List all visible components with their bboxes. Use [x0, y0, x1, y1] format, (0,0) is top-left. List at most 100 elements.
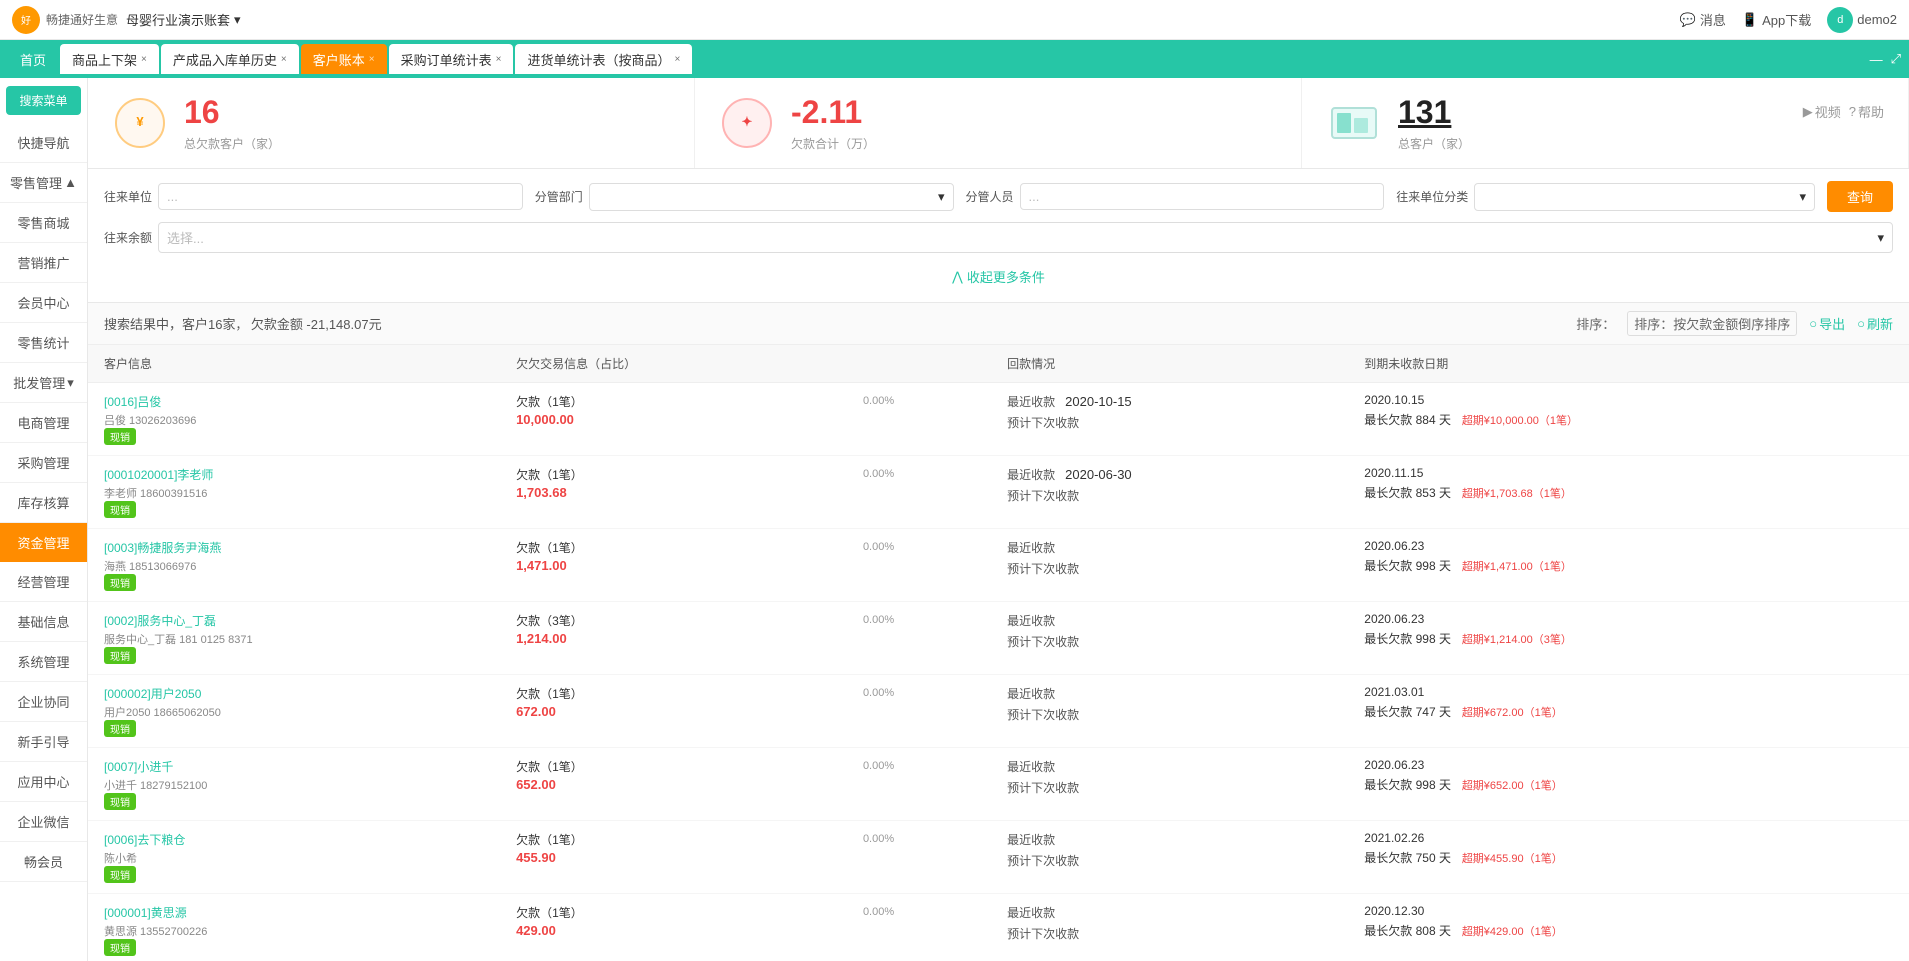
col-due-date: 到期未收款日期	[1348, 345, 1909, 383]
sidebar-item-guide[interactable]: 新手引导	[0, 722, 87, 762]
customer-info-cell: [0016]吕俊 吕俊 13026203696 现销	[88, 383, 500, 456]
sidebar-item-operations[interactable]: 经营管理	[0, 562, 87, 602]
overdue-link[interactable]: 超期¥10,000.00（1笔）	[1462, 415, 1578, 427]
tab-products-offline[interactable]: 商品上下架 ×	[60, 44, 159, 74]
filter-dept-label: 分管部门	[535, 188, 583, 205]
help-btn[interactable]: ? 帮助	[1849, 102, 1884, 121]
tab-purchase-stats[interactable]: 进货单统计表（按商品） ×	[515, 44, 692, 74]
user-menu[interactable]: d demo2	[1827, 7, 1897, 33]
customer-name[interactable]: [0003]畅捷服务尹海燕	[104, 539, 484, 556]
overdue-link[interactable]: 超期¥1,471.00（1笔）	[1462, 561, 1572, 573]
debt-amount[interactable]: 1,703.68	[516, 485, 831, 500]
overdue-link[interactable]: 超期¥455.90（1笔）	[1462, 853, 1563, 865]
table-row: [0016]吕俊 吕俊 13026203696 现销 欠款（1笔） 10,000…	[88, 383, 1909, 456]
sidebar-item-basic-info[interactable]: 基础信息	[0, 602, 87, 642]
sidebar-item-marketing[interactable]: 营销推广	[0, 243, 87, 283]
filter-manager-input[interactable]: ...	[1020, 183, 1385, 210]
tab-purchase-order[interactable]: 采购订单统计表 ×	[389, 44, 514, 74]
tab-close-icon[interactable]: ×	[141, 54, 147, 65]
payment-status-cell: 最近收款 预计下次收款	[991, 821, 1348, 894]
sidebar-item-batch-mgmt[interactable]: 批发管理 ▾	[0, 363, 87, 403]
debt-amount[interactable]: 1,471.00	[516, 558, 831, 573]
due-date: 2020.11.15	[1364, 466, 1893, 480]
tab-customer-account[interactable]: 客户账本 ×	[301, 44, 387, 74]
tab-close-icon[interactable]: ×	[496, 54, 502, 65]
debt-count: 欠款（1笔）	[516, 466, 831, 483]
customer-name[interactable]: [0001020001]李老师	[104, 466, 484, 483]
sidebar-item-retail-stats[interactable]: 零售统计	[0, 323, 87, 363]
tab-customer-account-label: 客户账本	[313, 50, 365, 69]
customer-name[interactable]: [000002]用户2050	[104, 685, 484, 702]
tab-minimize-icon[interactable]: —	[1870, 52, 1883, 67]
stat-help: ▶ 视频 ? 帮助	[1803, 94, 1884, 121]
debt-amount[interactable]: 10,000.00	[516, 412, 831, 427]
sort-select[interactable]: 排序：按欠款金额倒序排序	[1627, 311, 1797, 336]
overdue-link[interactable]: 超期¥652.00（1笔）	[1462, 780, 1563, 792]
tab-purchase-order-label: 采购订单统计表	[401, 50, 492, 69]
debt-amount[interactable]: 1,214.00	[516, 631, 831, 646]
due-date-cell: 2020.12.30 最长欠款 808 天 超期¥429.00（1笔）	[1348, 894, 1909, 961]
sidebar-item-member-plus[interactable]: 畅会员	[0, 842, 87, 882]
recent-payment-label: 最近收款 2020-06-30	[1007, 466, 1332, 483]
overdue-link[interactable]: 超期¥1,214.00（3笔）	[1462, 634, 1572, 646]
customer-name[interactable]: [0002]服务中心_丁磊	[104, 612, 484, 629]
customer-name[interactable]: [000001]黄思源	[104, 904, 484, 921]
filter-balance-select[interactable]: 选择... ▾	[158, 222, 1893, 253]
filter-balance-label: 往来余额	[104, 229, 152, 246]
sidebar-item-purchase[interactable]: 采购管理	[0, 443, 87, 483]
sidebar-item-wechat[interactable]: 企业微信	[0, 802, 87, 842]
tab-close-icon[interactable]: ×	[674, 54, 680, 65]
payment-status-cell: 最近收款 预计下次收款	[991, 529, 1348, 602]
sidebar: 搜索菜单 快捷导航 零售管理 ▲ 零售商城 营销推广 会员中心 零售统计 批发管…	[0, 78, 88, 961]
sidebar-item-retail-mgmt[interactable]: 零售管理 ▲	[0, 163, 87, 203]
due-date-cell: 2020.06.23 最长欠款 998 天 超期¥1,471.00（1笔）	[1348, 529, 1909, 602]
sidebar-item-ecommerce[interactable]: 电商管理	[0, 403, 87, 443]
export-btn[interactable]: ○ 导出	[1809, 314, 1845, 333]
tab-expand-icon[interactable]: ⤢	[1891, 51, 1901, 67]
debt-amount[interactable]: 672.00	[516, 704, 831, 719]
query-button[interactable]: 查询	[1827, 181, 1893, 212]
refresh-btn[interactable]: ○ 刷新	[1857, 314, 1893, 333]
tab-home[interactable]: 首页	[8, 44, 58, 74]
overdue-link[interactable]: 超期¥429.00（1笔）	[1462, 926, 1563, 938]
message-btn[interactable]: 💬 消息	[1680, 10, 1726, 29]
customer-sub: 小进千 18279152100	[104, 777, 484, 793]
debt-percent: 0.00%	[863, 760, 975, 772]
tab-close-icon[interactable]: ×	[281, 54, 287, 65]
video-help-btn[interactable]: ▶ 视频	[1803, 102, 1841, 121]
store-select[interactable]: 母婴行业演示账套 ▾	[126, 10, 241, 29]
debt-count: 欠款（1笔）	[516, 685, 831, 702]
search-menu-btn[interactable]: 搜索菜单	[6, 86, 81, 115]
sidebar-item-enterprise[interactable]: 企业协同	[0, 682, 87, 722]
debt-amount[interactable]: 652.00	[516, 777, 831, 792]
chevron-down-icon: ▾	[1877, 230, 1884, 246]
chevron-icon: ▾	[67, 375, 74, 391]
filter-from-unit-input[interactable]: ...	[158, 183, 523, 210]
sidebar-item-system[interactable]: 系统管理	[0, 642, 87, 682]
overdue-link[interactable]: 超期¥1,703.68（1笔）	[1462, 488, 1572, 500]
recent-payment-label: 最近收款	[1007, 758, 1332, 775]
table-row: [000002]用户2050 用户2050 18665062050 现销 欠款（…	[88, 675, 1909, 748]
collapse-btn[interactable]: ⋀ 收起更多条件	[104, 263, 1893, 290]
customer-name[interactable]: [0006]去下粮仓	[104, 831, 484, 848]
customer-name[interactable]: [0016]吕俊	[104, 393, 484, 410]
tab-close-icon[interactable]: ×	[369, 54, 375, 65]
sidebar-item-finance[interactable]: 资金管理	[0, 523, 87, 562]
app-download-btn[interactable]: 📱 App下载	[1742, 10, 1811, 29]
customer-sub: 黄思源 13552700226	[104, 923, 484, 939]
customer-badge: 现销	[104, 939, 136, 956]
sidebar-item-member[interactable]: 会员中心	[0, 283, 87, 323]
debt-amount[interactable]: 455.90	[516, 850, 831, 865]
filter-unit-type-select[interactable]: ▾	[1474, 183, 1815, 211]
overdue-link[interactable]: 超期¥672.00（1笔）	[1462, 707, 1563, 719]
sidebar-item-warehouse[interactable]: 库存核算	[0, 483, 87, 523]
recent-payment-label: 最近收款	[1007, 831, 1332, 848]
sidebar-item-quick-nav[interactable]: 快捷导航	[0, 123, 87, 163]
debt-amount[interactable]: 429.00	[516, 923, 831, 938]
tab-products-history[interactable]: 产成品入库单历史 ×	[161, 44, 299, 74]
filter-dept-select[interactable]: ▾	[589, 183, 954, 211]
sidebar-item-apps[interactable]: 应用中心	[0, 762, 87, 802]
sidebar-item-retail-mall[interactable]: 零售商城	[0, 203, 87, 243]
tab-products-offline-label: 商品上下架	[72, 50, 137, 69]
customer-name[interactable]: [0007]小进千	[104, 758, 484, 775]
